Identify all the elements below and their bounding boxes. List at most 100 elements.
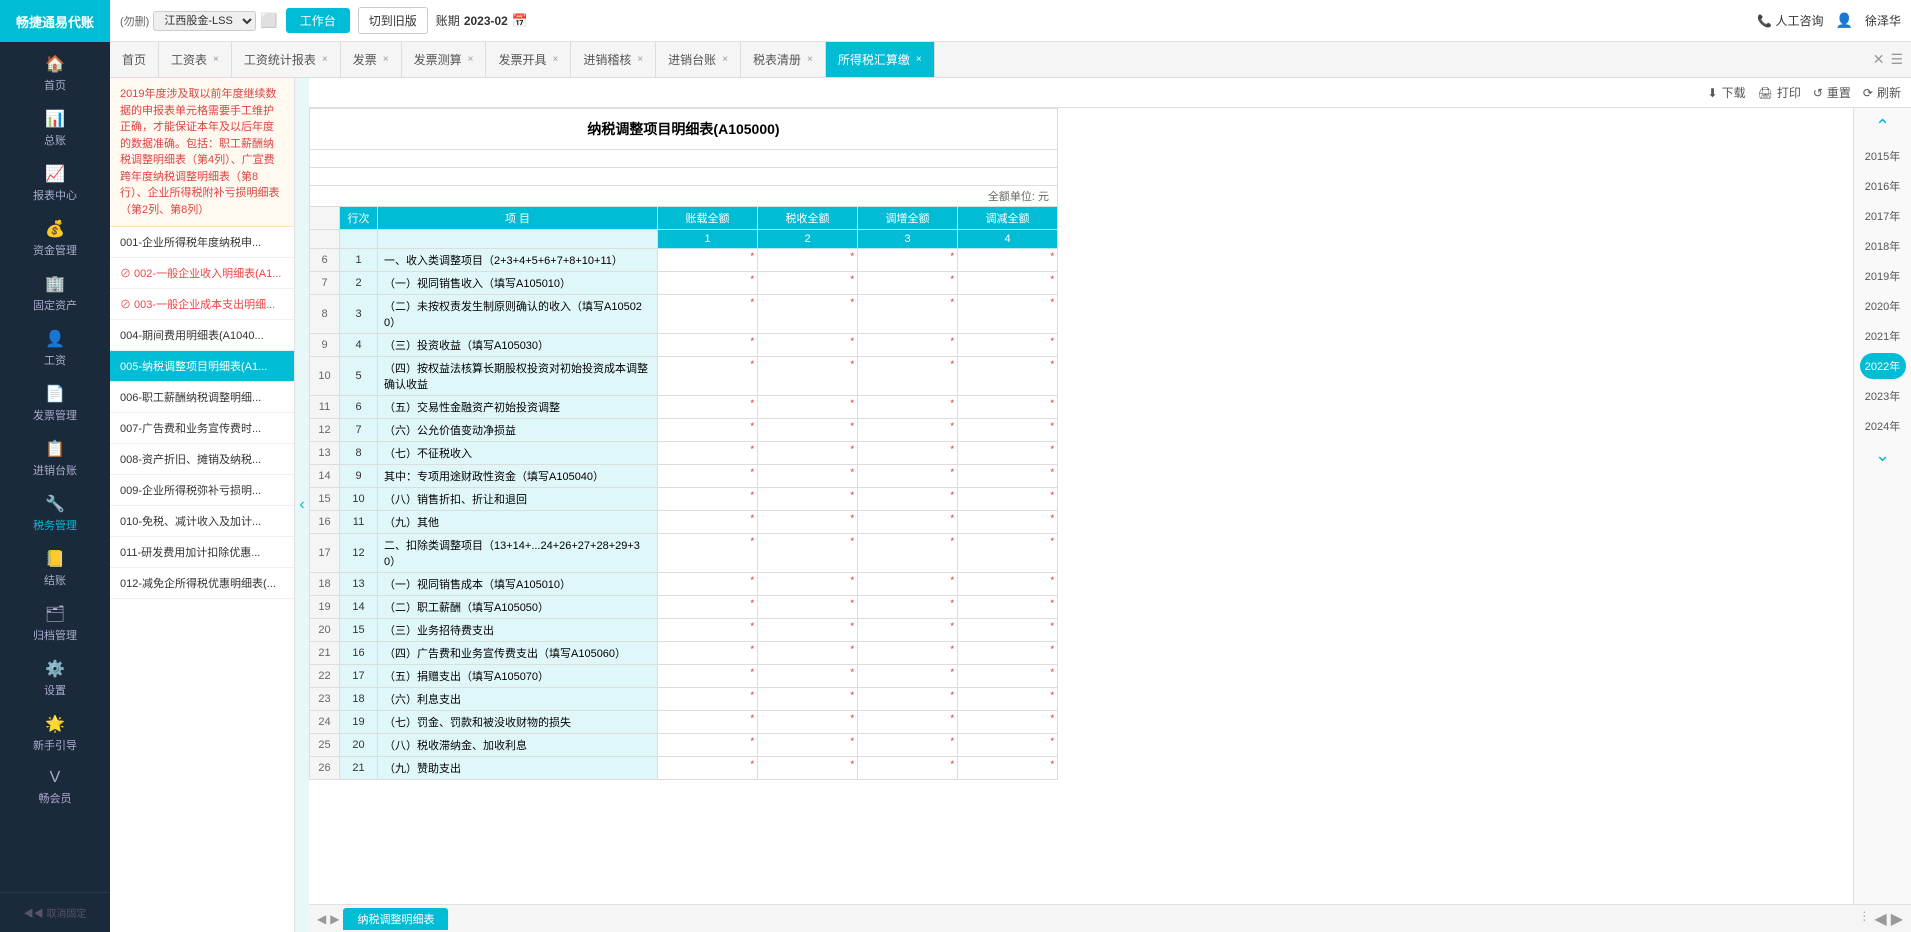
scroll-right-btn[interactable]: ▶ — [1891, 909, 1903, 929]
tab-invoice[interactable]: 发票 × — [341, 42, 402, 77]
sidebar-item-home[interactable]: 🏠 首页 — [0, 46, 110, 101]
data-cell-c3[interactable]: * — [858, 665, 958, 688]
tab-home[interactable]: 首页 — [110, 42, 159, 77]
data-cell-c2[interactable]: * — [758, 442, 858, 465]
data-cell-c2[interactable]: * — [758, 334, 858, 357]
data-cell-c1[interactable]: * — [658, 619, 758, 642]
list-item-002[interactable]: ⊘ 002-一般企业收入明细表(A1... — [110, 258, 294, 289]
data-cell-c2[interactable]: * — [758, 511, 858, 534]
year-2020[interactable]: 2020年 — [1860, 293, 1906, 319]
data-cell-c2[interactable]: * — [758, 688, 858, 711]
data-cell-c3[interactable]: * — [858, 688, 958, 711]
tab-close-invoice[interactable]: × — [383, 54, 389, 65]
data-cell-c1[interactable]: * — [658, 272, 758, 295]
list-item-006[interactable]: 006-职工薪酬纳税调整明细... — [110, 382, 294, 413]
data-cell-c4[interactable]: * — [958, 619, 1058, 642]
data-cell-c3[interactable]: * — [858, 419, 958, 442]
data-cell-c4[interactable]: * — [958, 711, 1058, 734]
tab-close-invoice-issue[interactable]: × — [552, 54, 558, 65]
panel-collapse-button[interactable]: ‹ — [295, 78, 309, 932]
tab-payroll-report[interactable]: 工资统计报表 × — [232, 42, 341, 77]
reset-button[interactable]: ↺ 重置 — [1813, 84, 1851, 101]
tab-invoice-calc[interactable]: 发票测算 × — [402, 42, 487, 77]
year-2016[interactable]: 2016年 — [1860, 173, 1906, 199]
user-name[interactable]: 徐泽华 — [1865, 12, 1901, 29]
data-cell-c3[interactable]: * — [858, 249, 958, 272]
spreadsheet-wrapper[interactable]: 纳税调整项目明细表(A105000) — [309, 108, 1853, 904]
calendar-icon[interactable]: 📅 — [512, 13, 528, 29]
data-cell-c2[interactable]: * — [758, 396, 858, 419]
sidebar-item-report[interactable]: 📈 报表中心 — [0, 156, 110, 211]
data-cell-c2[interactable]: * — [758, 573, 858, 596]
copy-icon[interactable]: ⬜ — [260, 12, 277, 29]
data-cell-c1[interactable]: * — [658, 757, 758, 780]
data-cell-c2[interactable]: * — [758, 757, 858, 780]
data-cell-c1[interactable]: * — [658, 711, 758, 734]
sidebar-item-assets[interactable]: 🏢 固定资产 — [0, 266, 110, 321]
old-version-button[interactable]: 切到旧版 — [358, 7, 428, 34]
data-cell-c1[interactable]: * — [658, 596, 758, 619]
tab-payroll[interactable]: 工资表 × — [159, 42, 232, 77]
tab-tax-list[interactable]: 税表清册 × — [741, 42, 826, 77]
data-cell-c3[interactable]: * — [858, 357, 958, 396]
list-item-009[interactable]: 009-企业所得税弥补亏损明... — [110, 475, 294, 506]
data-cell-c2[interactable]: * — [758, 534, 858, 573]
sidebar-item-payroll[interactable]: 👤 工资 — [0, 321, 110, 376]
sidebar-item-finance[interactable]: 💰 资金管理 — [0, 211, 110, 266]
tab-income-tax[interactable]: 所得税汇算缴 × — [826, 42, 935, 77]
year-2022[interactable]: 2022年 — [1860, 353, 1906, 379]
tab-close-payroll[interactable]: × — [213, 54, 219, 65]
hamburger-icon[interactable]: ☰ — [1890, 51, 1903, 68]
scroll-left-btn[interactable]: ◀ — [1874, 909, 1886, 929]
data-cell-c3[interactable]: * — [858, 334, 958, 357]
data-cell-c3[interactable]: * — [858, 511, 958, 534]
data-cell-c2[interactable]: * — [758, 465, 858, 488]
tab-check[interactable]: 进销稽核 × — [571, 42, 656, 77]
data-cell-c1[interactable]: * — [658, 511, 758, 534]
data-cell-c3[interactable]: * — [858, 642, 958, 665]
sheet-tab-main[interactable]: 纳税调整明细表 — [343, 908, 448, 930]
data-cell-c2[interactable]: * — [758, 596, 858, 619]
download-button[interactable]: ⬇ 下载 — [1708, 84, 1746, 101]
data-cell-c4[interactable]: * — [958, 396, 1058, 419]
data-cell-c4[interactable]: * — [958, 272, 1058, 295]
data-cell-c2[interactable]: * — [758, 419, 858, 442]
data-cell-c1[interactable]: * — [658, 488, 758, 511]
year-2017[interactable]: 2017年 — [1860, 203, 1906, 229]
sidebar-item-ledger[interactable]: 📊 总账 — [0, 101, 110, 156]
next-sheet-btn[interactable]: ▶ — [330, 912, 339, 926]
data-cell-c1[interactable]: * — [658, 396, 758, 419]
data-cell-c4[interactable]: * — [958, 511, 1058, 534]
data-cell-c2[interactable]: * — [758, 711, 858, 734]
data-cell-c2[interactable]: * — [758, 295, 858, 334]
year-2018[interactable]: 2018年 — [1860, 233, 1906, 259]
company-select[interactable]: 江西股金-LSS — [153, 11, 256, 31]
data-cell-c4[interactable]: * — [958, 757, 1058, 780]
data-cell-c4[interactable]: * — [958, 334, 1058, 357]
tab-close-tax-list[interactable]: × — [807, 54, 813, 65]
data-cell-c3[interactable]: * — [858, 272, 958, 295]
data-cell-c4[interactable]: * — [958, 596, 1058, 619]
tab-close-payroll-report[interactable]: × — [322, 54, 328, 65]
data-cell-c3[interactable]: * — [858, 465, 958, 488]
data-cell-c1[interactable]: * — [658, 573, 758, 596]
data-cell-c4[interactable]: * — [958, 249, 1058, 272]
data-cell-c4[interactable]: * — [958, 442, 1058, 465]
data-cell-c3[interactable]: * — [858, 711, 958, 734]
service-button[interactable]: 📞 人工咨询 — [1757, 12, 1823, 29]
data-cell-c4[interactable]: * — [958, 419, 1058, 442]
print-button[interactable]: 🖨 打印 — [1758, 84, 1801, 101]
data-cell-c2[interactable]: * — [758, 249, 858, 272]
list-item-003[interactable]: ⊘ 003-一般企业成本支出明细... — [110, 289, 294, 320]
year-2024[interactable]: 2024年 — [1860, 413, 1906, 439]
sidebar-item-invoice[interactable]: 📄 发票管理 — [0, 376, 110, 431]
list-item-001[interactable]: 001-企业所得税年度纳税申... — [110, 227, 294, 258]
sidebar-item-vip[interactable]: V 畅会员 — [0, 761, 110, 814]
data-cell-c4[interactable]: * — [958, 688, 1058, 711]
data-cell-c3[interactable]: * — [858, 734, 958, 757]
list-item-007[interactable]: 007-广告费和业务宣传费时... — [110, 413, 294, 444]
year-2021[interactable]: 2021年 — [1860, 323, 1906, 349]
tab-invoice-issue[interactable]: 发票开具 × — [486, 42, 571, 77]
data-cell-c1[interactable]: * — [658, 442, 758, 465]
data-cell-c3[interactable]: * — [858, 396, 958, 419]
